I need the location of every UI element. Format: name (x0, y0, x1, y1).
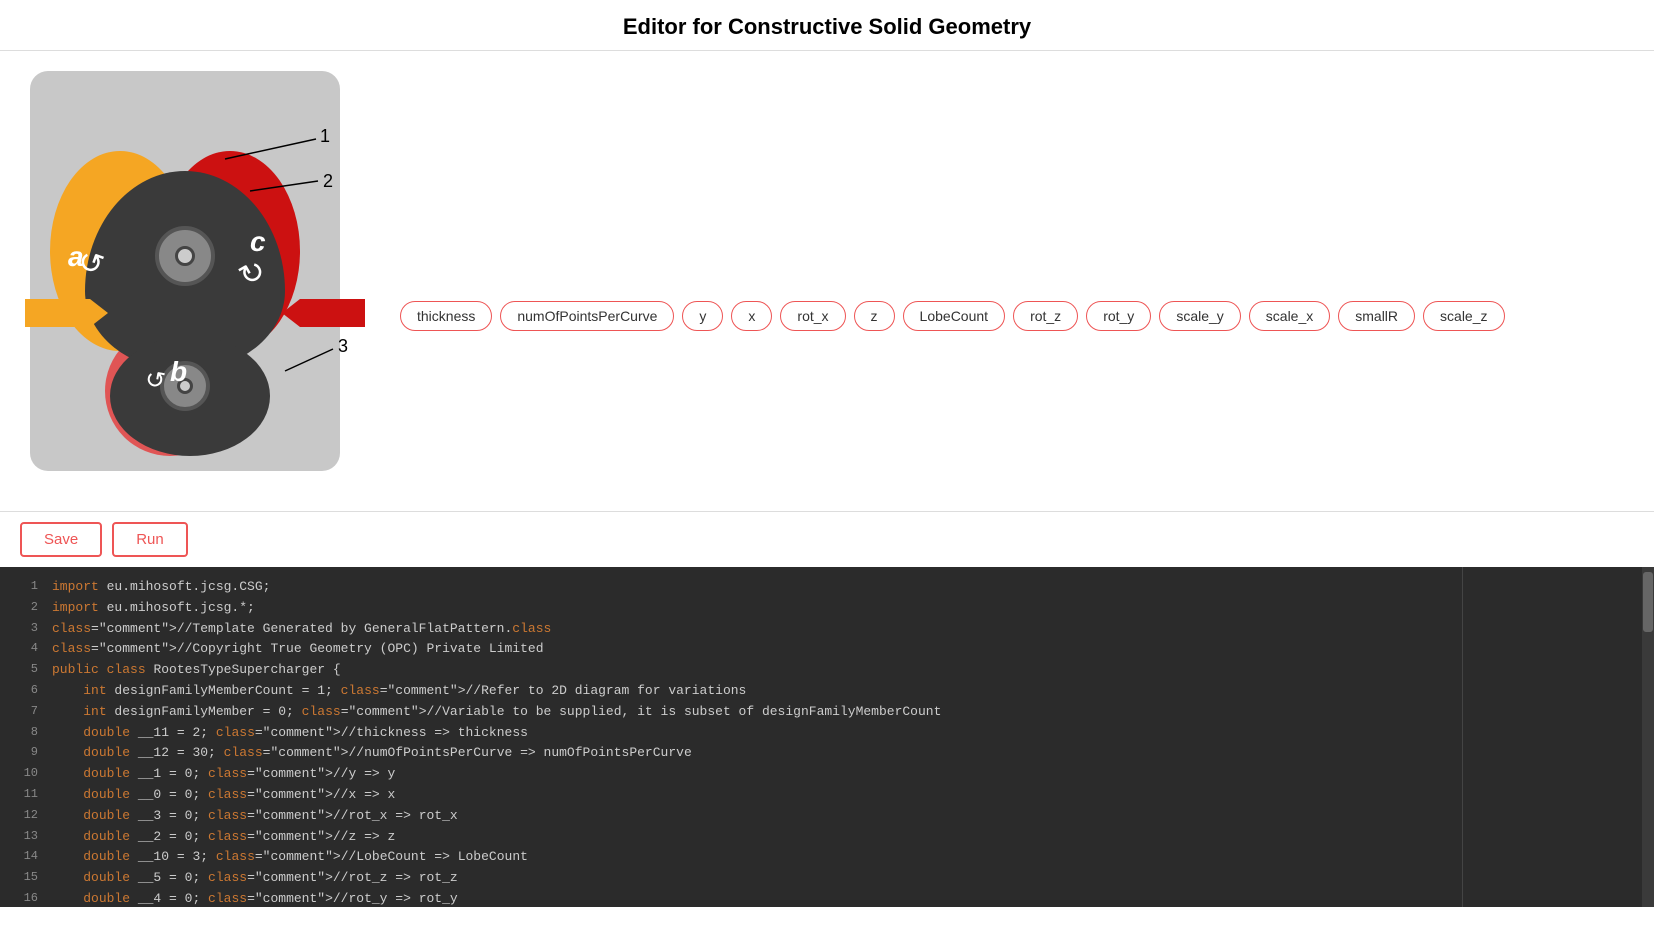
line-code: double __12 = 30; class="comment">//numO… (52, 743, 1452, 764)
line-number: 8 (10, 723, 38, 742)
code-line: 3 class="comment">//Template Generated by… (0, 619, 1462, 640)
param-tag-rot_y[interactable]: rot_y (1086, 301, 1151, 331)
line-number: 6 (10, 681, 38, 700)
param-tag-x[interactable]: x (731, 301, 772, 331)
line-number: 9 (10, 743, 38, 762)
line-code: double __5 = 0; class="comment">//rot_z … (52, 868, 1452, 889)
callout-1: 1 (320, 126, 330, 147)
param-tag-thickness[interactable]: thickness (400, 301, 492, 331)
callout-3: 3 (338, 336, 348, 357)
param-tag-scale_x[interactable]: scale_x (1249, 301, 1330, 331)
code-line: 13 double __2 = 0; class="comment">//z =… (0, 827, 1462, 848)
code-line: 16 double __4 = 0; class="comment">//rot… (0, 889, 1462, 907)
param-tag-numOfPointsPerCurve[interactable]: numOfPointsPerCurve (500, 301, 674, 331)
line-code: class="comment">//Template Generated by … (52, 619, 1452, 640)
params-container: thickness numOfPointsPerCurve yx rot_x z Lobe… (400, 71, 1624, 331)
code-editor-wrapper: 1 import eu.mihosoft.jcsg.CSG; 2 import eu.… (0, 567, 1654, 907)
line-code: int designFamilyMember = 0; class="comme… (52, 702, 1452, 723)
line-number: 4 (10, 639, 38, 658)
param-tag-smallR[interactable]: smallR (1338, 301, 1415, 331)
code-line: 6 int designFamilyMemberCount = 1; class… (0, 681, 1462, 702)
code-line: 11 double __0 = 0; class="comment">//x =… (0, 785, 1462, 806)
csg-diagram: a b c ↺ ↺ ↺ 1 2 3 (30, 71, 340, 471)
code-editor-left[interactable]: 1 import eu.mihosoft.jcsg.CSG; 2 import eu.… (0, 567, 1462, 907)
code-line: 15 double __5 = 0; class="comment">//rot… (0, 868, 1462, 889)
line-code: double __10 = 3; class="comment">//LobeC… (52, 847, 1452, 868)
line-code: double __2 = 0; class="comment">//z => z (52, 827, 1452, 848)
code-line: 14 double __10 = 3; class="comment">//Lo… (0, 847, 1462, 868)
line-number: 15 (10, 868, 38, 887)
line-code: double __4 = 0; class="comment">//rot_y … (52, 889, 1452, 907)
param-tag-scale_y[interactable]: scale_y (1159, 301, 1240, 331)
run-button[interactable]: Run (112, 522, 188, 557)
param-tag-y[interactable]: y (682, 301, 723, 331)
diagram-container: a b c ↺ ↺ ↺ 1 2 3 (30, 71, 370, 471)
shaft-top (155, 226, 215, 286)
code-line: 12 double __3 = 0; class="comment">//rot… (0, 806, 1462, 827)
code-line: 4 class="comment">//Copyright True Geomet… (0, 639, 1462, 660)
line-number: 10 (10, 764, 38, 783)
scrollbar-track[interactable] (1642, 567, 1654, 907)
param-tag-rot_z[interactable]: rot_z (1013, 301, 1078, 331)
line-number: 3 (10, 619, 38, 638)
line-code: import eu.mihosoft.jcsg.*; (52, 598, 1452, 619)
line-number: 7 (10, 702, 38, 721)
editor-split: 1 import eu.mihosoft.jcsg.CSG; 2 import eu.… (0, 567, 1654, 907)
line-code: import eu.mihosoft.jcsg.CSG; (52, 577, 1452, 598)
arrow-left (25, 299, 90, 327)
line-number: 11 (10, 785, 38, 804)
callout-2: 2 (323, 171, 333, 192)
line-number: 12 (10, 806, 38, 825)
shaft-top-inner (175, 246, 195, 266)
line-code: double __0 = 0; class="comment">//x => x (52, 785, 1452, 806)
line-number: 1 (10, 577, 38, 596)
page-title: Editor for Constructive Solid Geometry (0, 0, 1654, 51)
param-tag-rot_x[interactable]: rot_x (780, 301, 845, 331)
arrow-right (300, 299, 365, 327)
code-line: 2 import eu.mihosoft.jcsg.*; (0, 598, 1462, 619)
toolbar: Save Run (0, 511, 1654, 567)
line-code: public class RootesTypeSupercharger { (52, 660, 1452, 681)
scrollbar-thumb[interactable] (1643, 572, 1653, 632)
code-line: 5 public class RootesTypeSupercharger { (0, 660, 1462, 681)
line-code: double __3 = 0; class="comment">//rot_x … (52, 806, 1452, 827)
line-code: int designFamilyMemberCount = 1; class="… (52, 681, 1452, 702)
line-number: 14 (10, 847, 38, 866)
line-code: double __1 = 0; class="comment">//y => y (52, 764, 1452, 785)
code-editor-right (1462, 567, 1642, 907)
save-button[interactable]: Save (20, 522, 102, 557)
line-number: 13 (10, 827, 38, 846)
param-tag-LobeCount[interactable]: LobeCount (903, 301, 1006, 331)
param-tag-scale_z[interactable]: scale_z (1423, 301, 1504, 331)
code-line: 7 int designFamilyMember = 0; class="com… (0, 702, 1462, 723)
line-code: double __11 = 2; class="comment">//thick… (52, 723, 1452, 744)
label-b: b (170, 356, 187, 388)
code-line: 9 double __12 = 30; class="comment">//nu… (0, 743, 1462, 764)
line-number: 2 (10, 598, 38, 617)
code-line: 8 double __11 = 2; class="comment">//thi… (0, 723, 1462, 744)
param-tag-z[interactable]: z (854, 301, 895, 331)
code-line: 1 import eu.mihosoft.jcsg.CSG; (0, 577, 1462, 598)
code-line: 10 double __1 = 0; class="comment">//y =… (0, 764, 1462, 785)
line-number: 5 (10, 660, 38, 679)
line-code: class="comment">//Copyright True Geometr… (52, 639, 1452, 660)
line-number: 16 (10, 889, 38, 907)
